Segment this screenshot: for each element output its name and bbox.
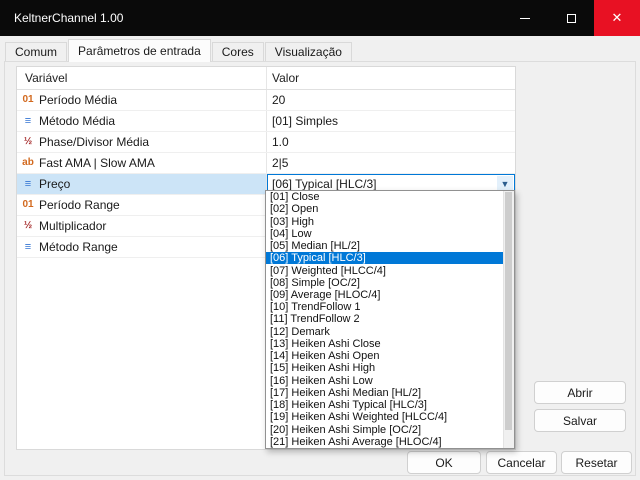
dropdown-scrollbar[interactable] (503, 191, 514, 448)
save-button[interactable]: Salvar (534, 409, 626, 432)
enum-param-icon: ≡ (24, 241, 32, 253)
param-value[interactable]: 2|5 (266, 153, 515, 173)
dropdown-option-selected[interactable]: [06] Typical [HLC/3] (266, 252, 503, 265)
tab-parametros-de-entrada[interactable]: Parâmetros de entrada (68, 39, 211, 62)
dropdown-option[interactable]: [14] Heiken Ashi Open (266, 350, 503, 362)
dropdown-option[interactable]: [17] Heiken Ashi Median [HL/2] (266, 387, 503, 399)
ok-button[interactable]: OK (407, 451, 481, 474)
tab-cores[interactable]: Cores (211, 42, 264, 61)
int-param-icon: 01 (22, 94, 34, 105)
param-name: Phase/Divisor Média (39, 135, 150, 149)
dropdown-option[interactable]: [05] Median [HL/2] (266, 240, 503, 252)
window-controls: ✕ (502, 0, 640, 36)
dropdown-option-list: [01] Close [02] Open [03] High [04] Low … (266, 191, 503, 448)
param-value[interactable]: 20 (266, 90, 515, 110)
dropdown-option[interactable]: [21] Heiken Ashi Average [HLOC/4] (266, 436, 503, 448)
titlebar: KeltnerChannel 1.00 ✕ (0, 0, 640, 36)
minimize-button[interactable] (502, 0, 548, 36)
param-value[interactable]: [01] Simples (266, 111, 515, 131)
param-name: Período Média (39, 93, 118, 107)
param-name: Preço (39, 177, 71, 191)
dropdown-option[interactable]: [20] Heiken Ashi Simple [OC/2] (266, 423, 503, 436)
enum-param-icon: ≡ (24, 115, 32, 127)
dropdown-option[interactable]: [04] Low (266, 228, 503, 240)
param-name: Multiplicador (39, 219, 107, 233)
open-button[interactable]: Abrir (534, 381, 626, 404)
dropdown-option[interactable]: [18] Heiken Ashi Typical [HLC/3] (266, 399, 503, 411)
table-row: ab Fast AMA | Slow AMA 2|5 (17, 153, 515, 174)
cancel-button[interactable]: Cancelar (486, 451, 557, 474)
dropdown-option[interactable]: [12] Demark (266, 326, 503, 338)
dropdown-option[interactable]: [10] TrendFollow 1 (266, 301, 503, 313)
scrollbar-thumb[interactable] (505, 192, 512, 430)
string-param-icon: ab (22, 157, 34, 168)
close-icon: ✕ (611, 10, 623, 25)
tab-comum[interactable]: Comum (5, 42, 68, 61)
param-name: Fast AMA | Slow AMA (39, 156, 155, 170)
table-row: ½ Phase/Divisor Média 1.0 (17, 132, 515, 153)
column-header-value: Valor (266, 67, 515, 89)
maximize-button[interactable] (548, 0, 594, 36)
minimize-icon (520, 17, 530, 19)
dropdown-option[interactable]: [08] Simple [OC/2] (266, 277, 503, 289)
enum-param-icon: ≡ (24, 178, 32, 190)
close-button[interactable]: ✕ (594, 0, 640, 36)
dropdown-option[interactable]: [19] Heiken Ashi Weighted [HLCC/4] (266, 411, 503, 423)
param-value[interactable]: 1.0 (266, 132, 515, 152)
dropdown-option[interactable]: [07] Weighted [HLCC/4] (266, 264, 503, 277)
int-param-icon: 01 (22, 199, 34, 210)
dropdown-option[interactable]: [13] Heiken Ashi Close (266, 338, 503, 350)
param-name: Método Range (39, 240, 118, 254)
price-dropdown-popup: [01] Close [02] Open [03] High [04] Low … (265, 190, 515, 449)
maximize-icon (566, 13, 576, 23)
table-row: ≡ Método Média [01] Simples (17, 111, 515, 132)
double-param-icon: ½ (23, 220, 33, 231)
table-header: Variável Valor (17, 67, 515, 90)
column-header-variable: Variável (25, 71, 68, 85)
param-name: Período Range (39, 198, 120, 212)
dropdown-option[interactable]: [01] Close (266, 191, 503, 203)
tab-visualizacao[interactable]: Visualização (264, 42, 352, 61)
param-name: Método Média (39, 114, 116, 128)
dropdown-option[interactable]: [16] Heiken Ashi Low (266, 375, 503, 387)
double-param-icon: ½ (23, 136, 33, 147)
window-title: KeltnerChannel 1.00 (14, 11, 124, 25)
tabstrip: Comum Parâmetros de entrada Cores Visual… (5, 39, 353, 62)
dropdown-option[interactable]: [15] Heiken Ashi High (266, 362, 503, 374)
dropdown-option[interactable]: [02] Open (266, 203, 503, 215)
reset-button[interactable]: Resetar (561, 451, 632, 474)
dropdown-option[interactable]: [03] High (266, 215, 503, 228)
dropdown-option[interactable]: [11] TrendFollow 2 (266, 313, 503, 325)
table-row: 01 Período Média 20 (17, 90, 515, 111)
dropdown-option[interactable]: [09] Average [HLOC/4] (266, 289, 503, 301)
